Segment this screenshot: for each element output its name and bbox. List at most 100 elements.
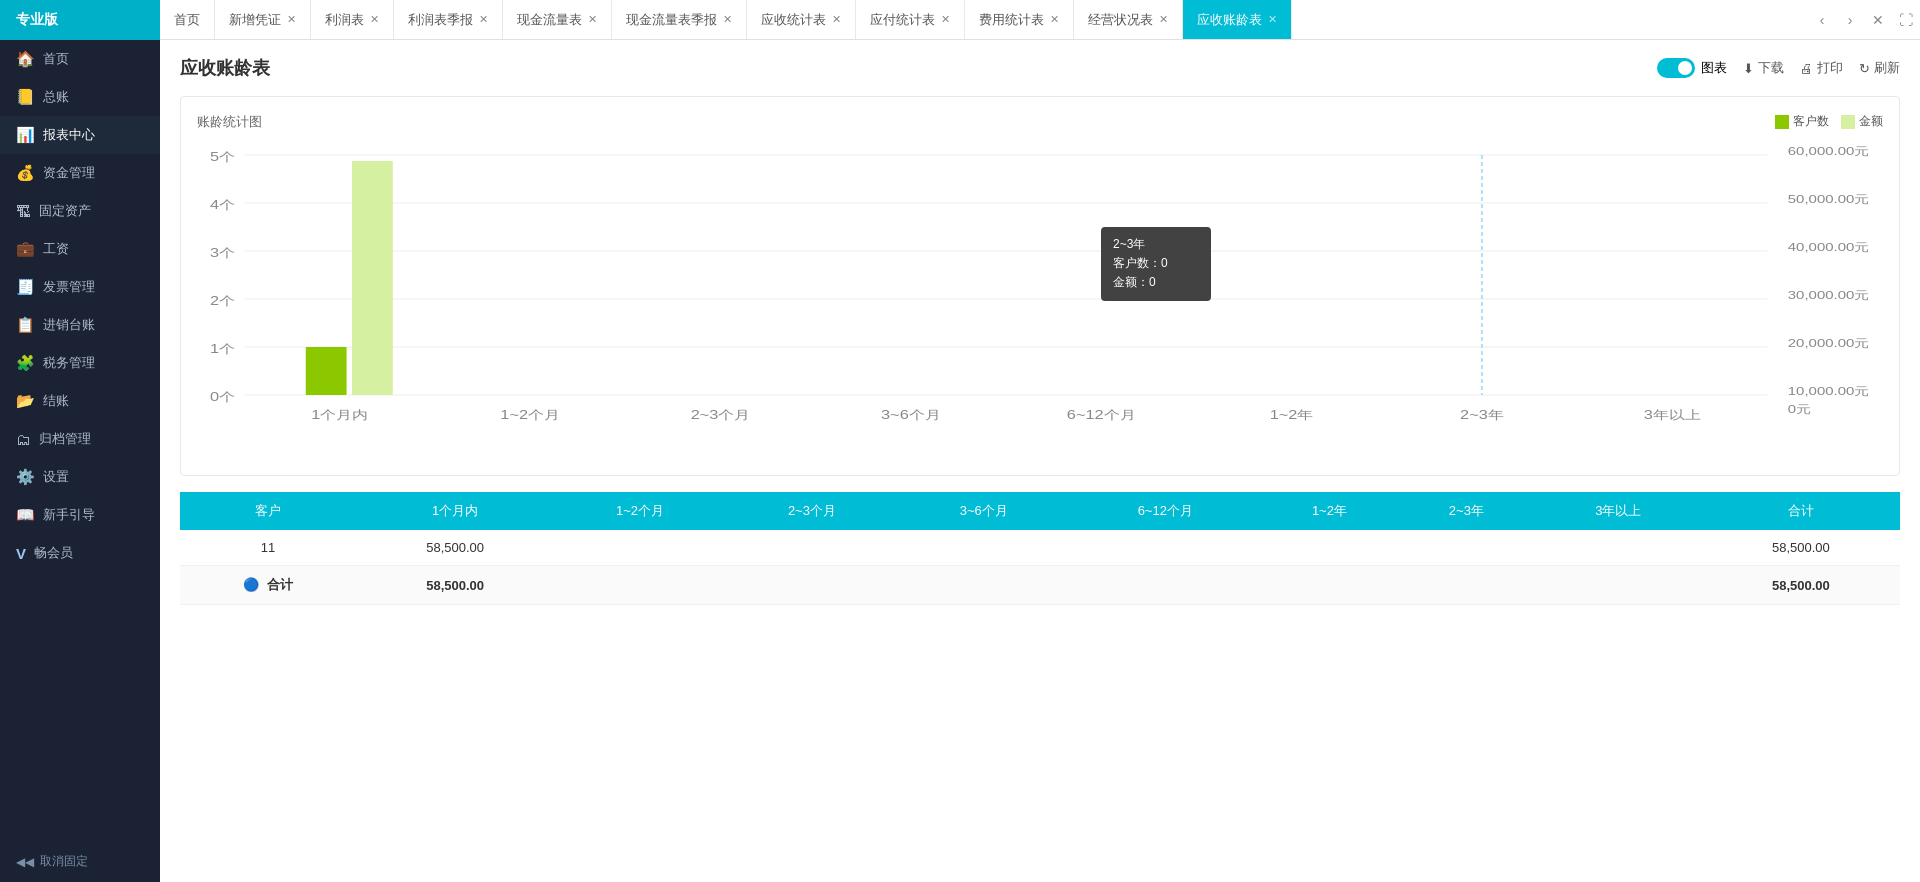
refresh-button[interactable]: ↻ 刷新: [1859, 59, 1900, 77]
sidebar-item-tax[interactable]: 🧩 税务管理: [0, 344, 160, 382]
svg-text:30,000.00元: 30,000.00元: [1788, 289, 1869, 302]
tab-aging[interactable]: 应收账龄表 ✕: [1183, 0, 1292, 39]
chart-svg: 5个 4个 3个 2个 1个 0个 60,000.00元 50,000.00元 …: [197, 141, 1883, 451]
sidebar-item-invoice[interactable]: 🧾 发票管理: [0, 268, 160, 306]
sidebar-item-archive[interactable]: 🗂 归档管理: [0, 420, 160, 458]
cell-year12: [1261, 530, 1398, 566]
svg-text:10,000.00元: 10,000.00元: [1788, 385, 1869, 398]
tab-expense-stat[interactable]: 费用统计表 ✕: [965, 0, 1074, 39]
download-icon: ⬇: [1743, 61, 1754, 76]
tax-icon: 🧩: [16, 354, 35, 372]
bar-amount-month1[interactable]: [352, 161, 393, 395]
chart-toggle[interactable]: 图表: [1657, 58, 1727, 78]
tab-cashflow-close[interactable]: ✕: [588, 13, 597, 26]
print-button[interactable]: 🖨 打印: [1800, 59, 1843, 77]
tab-fullscreen[interactable]: ⛶: [1892, 0, 1920, 39]
tab-profit-quarter-close[interactable]: ✕: [479, 13, 488, 26]
sidebar-item-label: 总账: [43, 88, 69, 106]
print-icon: 🖨: [1800, 61, 1813, 76]
total-row: 🔵 合计 58,500.00 58,500.00: [180, 566, 1900, 605]
col-month23: 2~3个月: [726, 492, 898, 530]
tab-expense-stat-close[interactable]: ✕: [1050, 13, 1059, 26]
sidebar-item-settings[interactable]: ⚙️ 设置: [0, 458, 160, 496]
data-table: 客户 1个月内 1~2个月 2~3个月 3~6个月 6~12个月 1~2年 2~…: [180, 492, 1900, 605]
sidebar-item-label: 设置: [43, 468, 69, 486]
tab-operation[interactable]: 经营状况表 ✕: [1074, 0, 1183, 39]
archive-icon: 🗂: [16, 431, 31, 448]
tab-payable-stat-close[interactable]: ✕: [941, 13, 950, 26]
sidebar-item-guide[interactable]: 📖 新手引导: [0, 496, 160, 534]
tab-profit-quarter[interactable]: 利润表季报 ✕: [394, 0, 503, 39]
bar-customers-month1[interactable]: [306, 347, 347, 395]
tab-bar: 首页 新增凭证 ✕ 利润表 ✕ 利润表季报 ✕ 现金流量表 ✕ 现金流量表季报 …: [160, 0, 1920, 40]
download-button[interactable]: ⬇ 下载: [1743, 59, 1784, 77]
tab-voucher-close[interactable]: ✕: [287, 13, 296, 26]
sidebar-item-ledger[interactable]: 📒 总账: [0, 78, 160, 116]
tab-cashflow[interactable]: 现金流量表 ✕: [503, 0, 612, 39]
tab-profit-label: 利润表: [325, 11, 364, 29]
sidebar-item-assets[interactable]: 🏗 固定资产: [0, 192, 160, 230]
tab-operation-close[interactable]: ✕: [1159, 13, 1168, 26]
tab-voucher[interactable]: 新增凭证 ✕: [215, 0, 311, 39]
content-area: 应收账龄表 图表 ⬇ 下载 🖨 打印 ↻ 刷新: [160, 40, 1920, 882]
svg-text:1个: 1个: [210, 342, 235, 355]
print-label: 打印: [1817, 59, 1843, 77]
page-title: 应收账龄表: [180, 56, 270, 80]
unpin-button[interactable]: ◀◀ 取消固定: [0, 841, 160, 882]
trade-icon: 📋: [16, 316, 35, 334]
tab-scroll-left[interactable]: ‹: [1808, 0, 1836, 39]
chart-area: 账龄统计图 客户数 金额 5个 4个 3个 2个 1个 0个: [180, 96, 1900, 476]
total-month12: [554, 566, 726, 605]
sidebar-item-reports[interactable]: 📊 报表中心: [0, 116, 160, 154]
sidebar-item-settle[interactable]: 📂 结账: [0, 382, 160, 420]
sidebar-item-label: 归档管理: [39, 430, 91, 448]
tab-cashflow-label: 现金流量表: [517, 11, 582, 29]
cell-month23: [726, 530, 898, 566]
table-body: 11 58,500.00 58,500.00 🔵 合计: [180, 530, 1900, 605]
sidebar-item-home[interactable]: 🏠 首页: [0, 40, 160, 78]
sidebar-item-label: 固定资产: [39, 202, 91, 220]
table-header: 客户 1个月内 1~2个月 2~3个月 3~6个月 6~12个月 1~2年 2~…: [180, 492, 1900, 530]
legend-customers: 客户数: [1775, 113, 1829, 130]
tab-cashflow-quarter-close[interactable]: ✕: [723, 13, 732, 26]
svg-text:3个: 3个: [210, 246, 235, 259]
sidebar-item-label: 进销台账: [43, 316, 95, 334]
tab-receivable-stat[interactable]: 应收统计表 ✕: [747, 0, 856, 39]
legend-amount-label: 金额: [1859, 113, 1883, 130]
tab-receivable-stat-close[interactable]: ✕: [832, 13, 841, 26]
tab-payable-stat[interactable]: 应付统计表 ✕: [856, 0, 965, 39]
legend-amount-icon: [1841, 115, 1855, 129]
svg-text:2~3个月: 2~3个月: [691, 408, 751, 421]
total-month23: [726, 566, 898, 605]
tab-profit-close[interactable]: ✕: [370, 13, 379, 26]
sidebar-item-label: 发票管理: [43, 278, 95, 296]
tab-profit[interactable]: 利润表 ✕: [311, 0, 394, 39]
sidebar-item-label: 报表中心: [43, 126, 95, 144]
col-yearplus: 3年以上: [1535, 492, 1702, 530]
sidebar-item-label: 结账: [43, 392, 69, 410]
col-month1: 1个月内: [356, 492, 554, 530]
col-month12: 1~2个月: [554, 492, 726, 530]
svg-text:4个: 4个: [210, 198, 235, 211]
tab-scroll-right[interactable]: ›: [1836, 0, 1864, 39]
toggle-knob[interactable]: [1657, 58, 1695, 78]
refresh-label: 刷新: [1874, 59, 1900, 77]
sidebar-item-label: 新手引导: [43, 506, 95, 524]
tab-aging-close[interactable]: ✕: [1268, 13, 1277, 26]
sidebar-item-vip[interactable]: V 畅会员: [0, 534, 160, 572]
sidebar-item-salary[interactable]: 💼 工资: [0, 230, 160, 268]
svg-text:5个: 5个: [210, 150, 235, 163]
sidebar-item-trade[interactable]: 📋 进销台账: [0, 306, 160, 344]
total-yearplus: [1535, 566, 1702, 605]
download-label: 下载: [1758, 59, 1784, 77]
tab-home[interactable]: 首页: [160, 0, 215, 39]
cell-month36: [898, 530, 1070, 566]
tab-cashflow-quarter[interactable]: 现金流量表季报 ✕: [612, 0, 747, 39]
reports-icon: 📊: [16, 126, 35, 144]
sidebar-item-funds[interactable]: 💰 资金管理: [0, 154, 160, 192]
svg-text:0元: 0元: [1788, 403, 1811, 416]
total-total: 58,500.00: [1702, 566, 1900, 605]
tab-close-all[interactable]: ✕: [1864, 0, 1892, 39]
svg-text:1~2年: 1~2年: [1270, 408, 1314, 421]
svg-text:1~2个月: 1~2个月: [500, 408, 560, 421]
